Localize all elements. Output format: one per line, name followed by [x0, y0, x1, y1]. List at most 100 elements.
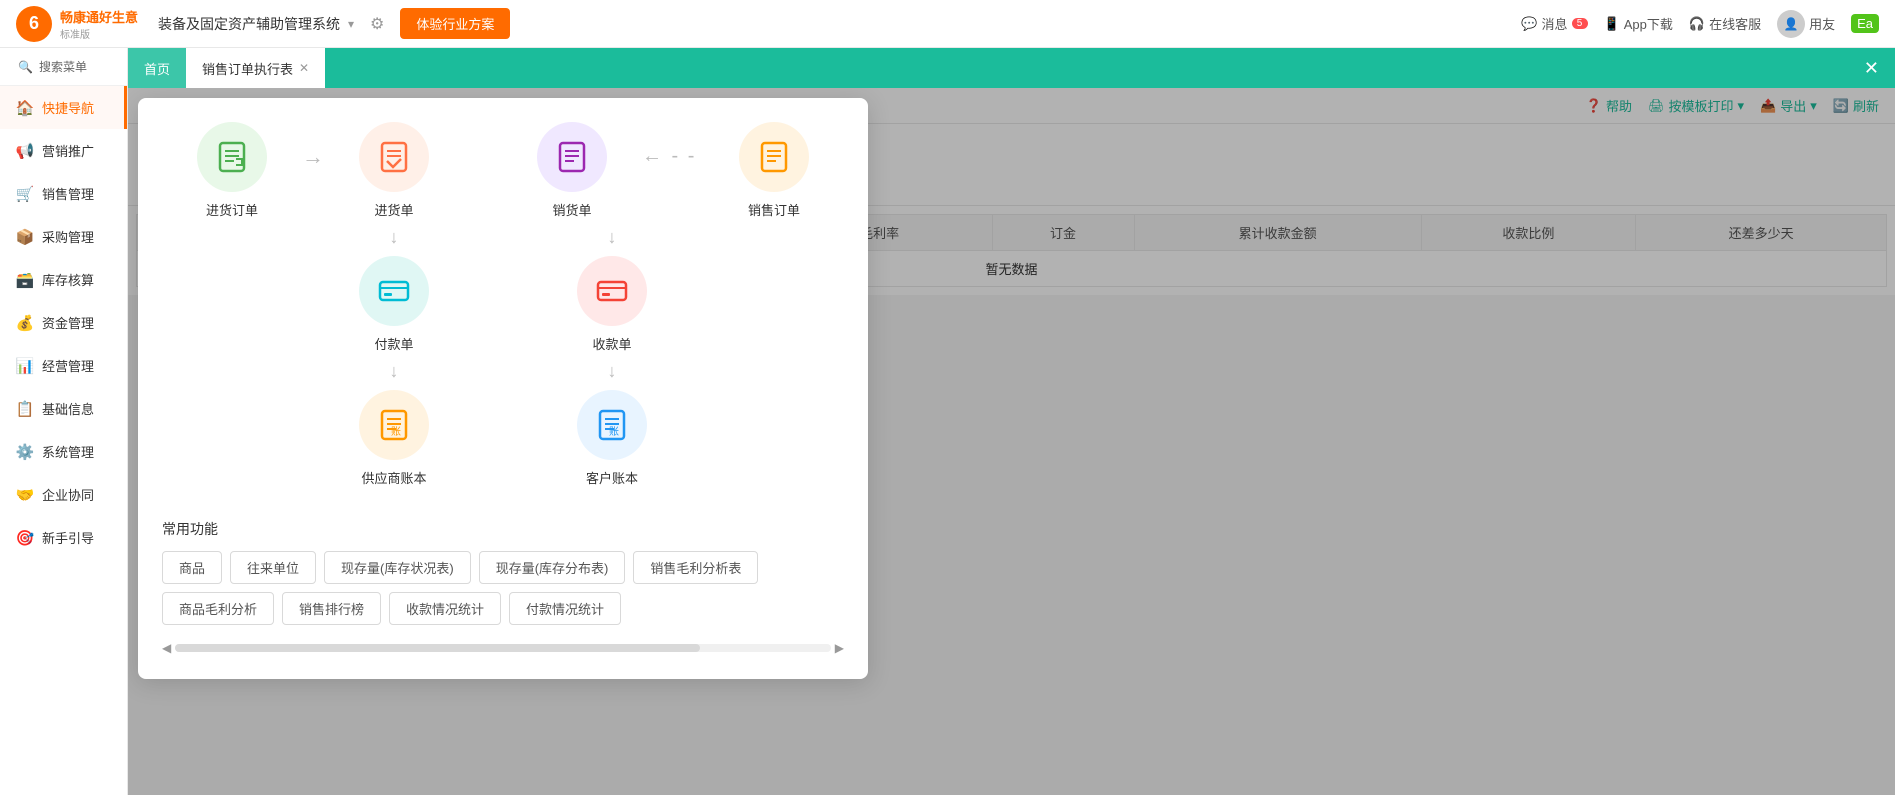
- flow-node-supplier-ledger: 账 供应商账本: [324, 390, 464, 487]
- func-button[interactable]: 现存量(库存分布表): [479, 551, 626, 584]
- sidebar: 🔍 搜索菜单 🏠快捷导航 📢 营销推广 🛒销售管理 📦 采购管理 🗃️库存核算 💰 资金管理 📊经…: [0, 48, 128, 795]
- svg-text:账: 账: [609, 426, 619, 438]
- message-label: 消息: [1542, 14, 1568, 33]
- func-button[interactable]: 销售毛利分析表: [633, 551, 758, 584]
- nav-label-marketing: 营销推广: [42, 141, 94, 160]
- func-button[interactable]: 销售排行榜: [282, 592, 381, 625]
- scroll-left-icon[interactable]: ◀: [162, 641, 171, 655]
- nav-label-newbie: 新手引导: [42, 528, 94, 547]
- trial-button[interactable]: 体验行业方案: [400, 8, 510, 39]
- scrollbar-track[interactable]: [175, 644, 831, 652]
- dropdown-arrow-icon[interactable]: ▾: [348, 17, 354, 31]
- flow-row-3: 账 供应商账本 账 客户账本: [162, 390, 844, 487]
- logo-text: 畅康通好生意 标准版: [60, 7, 138, 41]
- logo-sub: 标准版: [60, 26, 138, 41]
- content-area: 首页 销售订单执行表 ✕ ✕ ❓ 帮助 🖨: [128, 48, 1895, 795]
- search-menu[interactable]: 🔍 搜索菜单: [0, 48, 127, 86]
- flow-label-supplier-ledger: 供应商账本: [361, 468, 426, 487]
- user-action[interactable]: 👤 用友: [1777, 10, 1835, 38]
- online-service-action[interactable]: 🎧 在线客服: [1689, 14, 1761, 33]
- down-arrow-payment: ↓: [324, 361, 464, 382]
- nav-label-enterprise: 企业协同: [42, 485, 94, 504]
- nav-icon-base-info: 📋: [16, 400, 34, 418]
- down-arrow-sales: ↓: [542, 227, 682, 248]
- func-button[interactable]: 付款情况统计: [509, 592, 621, 625]
- tab-home[interactable]: 首页: [128, 48, 186, 88]
- nav-label-inventory: 库存核算: [42, 270, 94, 289]
- sidebar-item-enterprise[interactable]: 🤝 企业协同: [0, 473, 127, 516]
- flow-circle-sales-order: [739, 122, 809, 192]
- scrollbar-thumb: [175, 644, 699, 652]
- scroll-right-icon[interactable]: ▶: [835, 641, 844, 655]
- nav-label-quick-nav: 快捷导航: [42, 98, 94, 117]
- sidebar-item-quick-nav[interactable]: 🏠快捷导航: [0, 86, 127, 129]
- spacer2: [302, 227, 324, 248]
- modal-overlay[interactable]: 进货订单 →: [128, 88, 1895, 795]
- flow-down-arrows-2: ↓ ↓: [162, 361, 844, 382]
- sidebar-item-inventory[interactable]: 🗃️库存核算: [0, 258, 127, 301]
- func-button[interactable]: 现存量(库存状况表): [324, 551, 471, 584]
- app-download-label: App下载: [1624, 14, 1673, 33]
- nav-icon-marketing: 📢: [16, 142, 34, 160]
- down-arrow-receipt: ↓: [542, 361, 682, 382]
- nav-icon-enterprise: 🤝: [16, 486, 34, 504]
- tab-sales-order-label: 销售订单执行表: [202, 59, 293, 78]
- logo-icon: 6: [16, 6, 52, 42]
- down-arrow-purchase: ↓: [324, 227, 464, 248]
- func-button[interactable]: 往来单位: [230, 551, 316, 584]
- tab-home-label: 首页: [144, 59, 170, 78]
- page-content: ❓ 帮助 🖨 按模板打印 ▾ 📤 导出 ▾ 🔄: [128, 88, 1895, 795]
- nav-label-finance: 资金管理: [42, 313, 94, 332]
- scroll-arrows: ◀ ▶: [162, 641, 844, 655]
- flow-node-sales-bill: 销货单: [502, 122, 642, 219]
- flow-label-customer-ledger: 客户账本: [586, 468, 638, 487]
- svg-text:账: 账: [391, 426, 401, 438]
- nav-icon-purchase: 📦: [16, 228, 34, 246]
- nav-icon-finance: 💰: [16, 314, 34, 332]
- modal-scrollbar-area: ◀ ▶: [162, 641, 844, 655]
- app-container: 6 畅康通好生意 标准版 装备及固定资产辅助管理系统 ▾ ⚙ 体验行业方案 💬 …: [0, 0, 1895, 795]
- flow-node-purchase-bill: 进货单: [324, 122, 464, 219]
- sidebar-item-marketing[interactable]: 📢 营销推广: [0, 129, 127, 172]
- flow-node-receipt: 收款单: [542, 256, 682, 353]
- sidebar-item-purchase[interactable]: 📦 采购管理: [0, 215, 127, 258]
- func-buttons: 商品往来单位现存量(库存状况表)现存量(库存分布表)销售毛利分析表商品毛利分析销…: [162, 551, 844, 625]
- logo-area: 6 畅康通好生意 标准版: [16, 6, 138, 42]
- sidebar-item-sales[interactable]: 🛒销售管理: [0, 172, 127, 215]
- tab-bar-close-icon[interactable]: ✕: [1864, 58, 1879, 79]
- flow-node-sales-order: 销售订单: [704, 122, 844, 219]
- gear-icon[interactable]: ⚙: [370, 14, 384, 34]
- spacer5: [704, 227, 844, 248]
- flow-label-sales-order: 销售订单: [748, 200, 800, 219]
- sidebar-item-operations[interactable]: 📊经营管理: [0, 344, 127, 387]
- flow-label-sales-bill: 销货单: [552, 200, 591, 219]
- top-bar: 6 畅康通好生意 标准版 装备及固定资产辅助管理系统 ▾ ⚙ 体验行业方案 💬 …: [0, 0, 1895, 48]
- flow-row-2: 付款单 收款单: [162, 256, 844, 353]
- flow-label-payment: 付款单: [374, 334, 413, 353]
- flow-circle-payment: [359, 256, 429, 326]
- nav-label-system: 系统管理: [42, 442, 94, 461]
- nav-label-operations: 经营管理: [42, 356, 94, 375]
- flow-circle-purchase-order: [197, 122, 267, 192]
- spacer1: [162, 227, 302, 248]
- func-button[interactable]: 商品毛利分析: [162, 592, 274, 625]
- func-button[interactable]: 商品: [162, 551, 222, 584]
- nav-label-purchase: 采购管理: [42, 227, 94, 246]
- search-icon: 🔍: [18, 60, 33, 74]
- s3: [464, 361, 542, 382]
- func-button[interactable]: 收款情况统计: [389, 592, 501, 625]
- tab-sales-order[interactable]: 销售订单执行表 ✕: [186, 48, 325, 88]
- tab-close-icon[interactable]: ✕: [299, 61, 309, 75]
- nav-icon-sales: 🛒: [16, 185, 34, 203]
- s5: [704, 361, 844, 382]
- sidebar-item-base-info[interactable]: 📋 基础信息: [0, 387, 127, 430]
- sidebar-item-newbie[interactable]: 🎯新手引导: [0, 516, 127, 559]
- search-label: 搜索菜单: [39, 58, 87, 75]
- download-icon: 📱: [1604, 16, 1620, 32]
- s2: [302, 361, 324, 382]
- sidebar-item-finance[interactable]: 💰 资金管理: [0, 301, 127, 344]
- sidebar-item-system[interactable]: ⚙️系统管理: [0, 430, 127, 473]
- app-download-action[interactable]: 📱 App下载: [1604, 14, 1673, 33]
- nav-label-base-info: 基础信息: [42, 399, 94, 418]
- message-action[interactable]: 💬 消息 5: [1521, 14, 1587, 33]
